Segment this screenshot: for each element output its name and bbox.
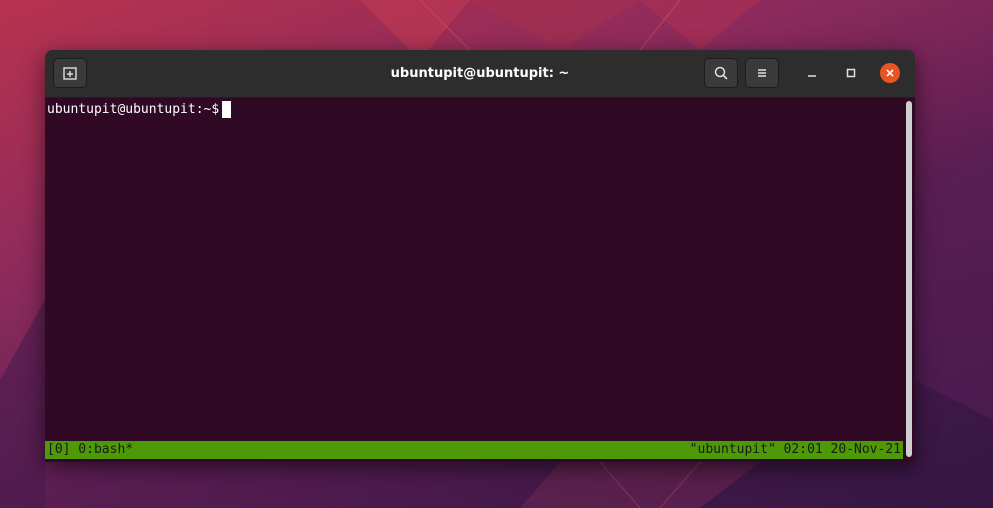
search-button[interactable]: [704, 58, 738, 88]
scrollbar[interactable]: [903, 98, 915, 462]
shell-prompt: ubuntupit@ubuntupit:~$: [47, 101, 220, 117]
terminal-area[interactable]: ubuntupit@ubuntupit:~$: [45, 98, 903, 440]
close-button[interactable]: [880, 63, 900, 83]
hamburger-menu-icon: [758, 69, 766, 77]
window-title: ubuntupit@ubuntupit: ~: [390, 66, 570, 81]
minimize-icon: [808, 75, 816, 77]
new-tab-button[interactable]: [53, 58, 87, 88]
minimize-button[interactable]: [802, 63, 822, 83]
title-bar[interactable]: ubuntupit@ubuntupit: ~: [45, 50, 915, 98]
tmux-status-info: "ubuntupit" 02:01 20-Nov-21: [689, 442, 901, 457]
text-cursor: [222, 100, 232, 118]
new-tab-icon: [63, 67, 77, 80]
menu-button[interactable]: [745, 58, 779, 88]
scrollbar-thumb[interactable]: [906, 101, 912, 457]
maximize-icon: [846, 68, 856, 78]
maximize-button[interactable]: [841, 63, 861, 83]
terminal-window: ubuntupit@ubuntupit: ~ ubuntupit@ubuntup…: [45, 50, 915, 462]
prompt-line: ubuntupit@ubuntupit:~$: [47, 100, 232, 118]
close-icon: [886, 69, 894, 77]
search-icon: [714, 66, 728, 80]
tmux-status-bar: [0] 0:bash* "ubuntupit" 02:01 20-Nov-21: [45, 441, 903, 459]
tmux-window-list: [0] 0:bash*: [47, 442, 134, 457]
